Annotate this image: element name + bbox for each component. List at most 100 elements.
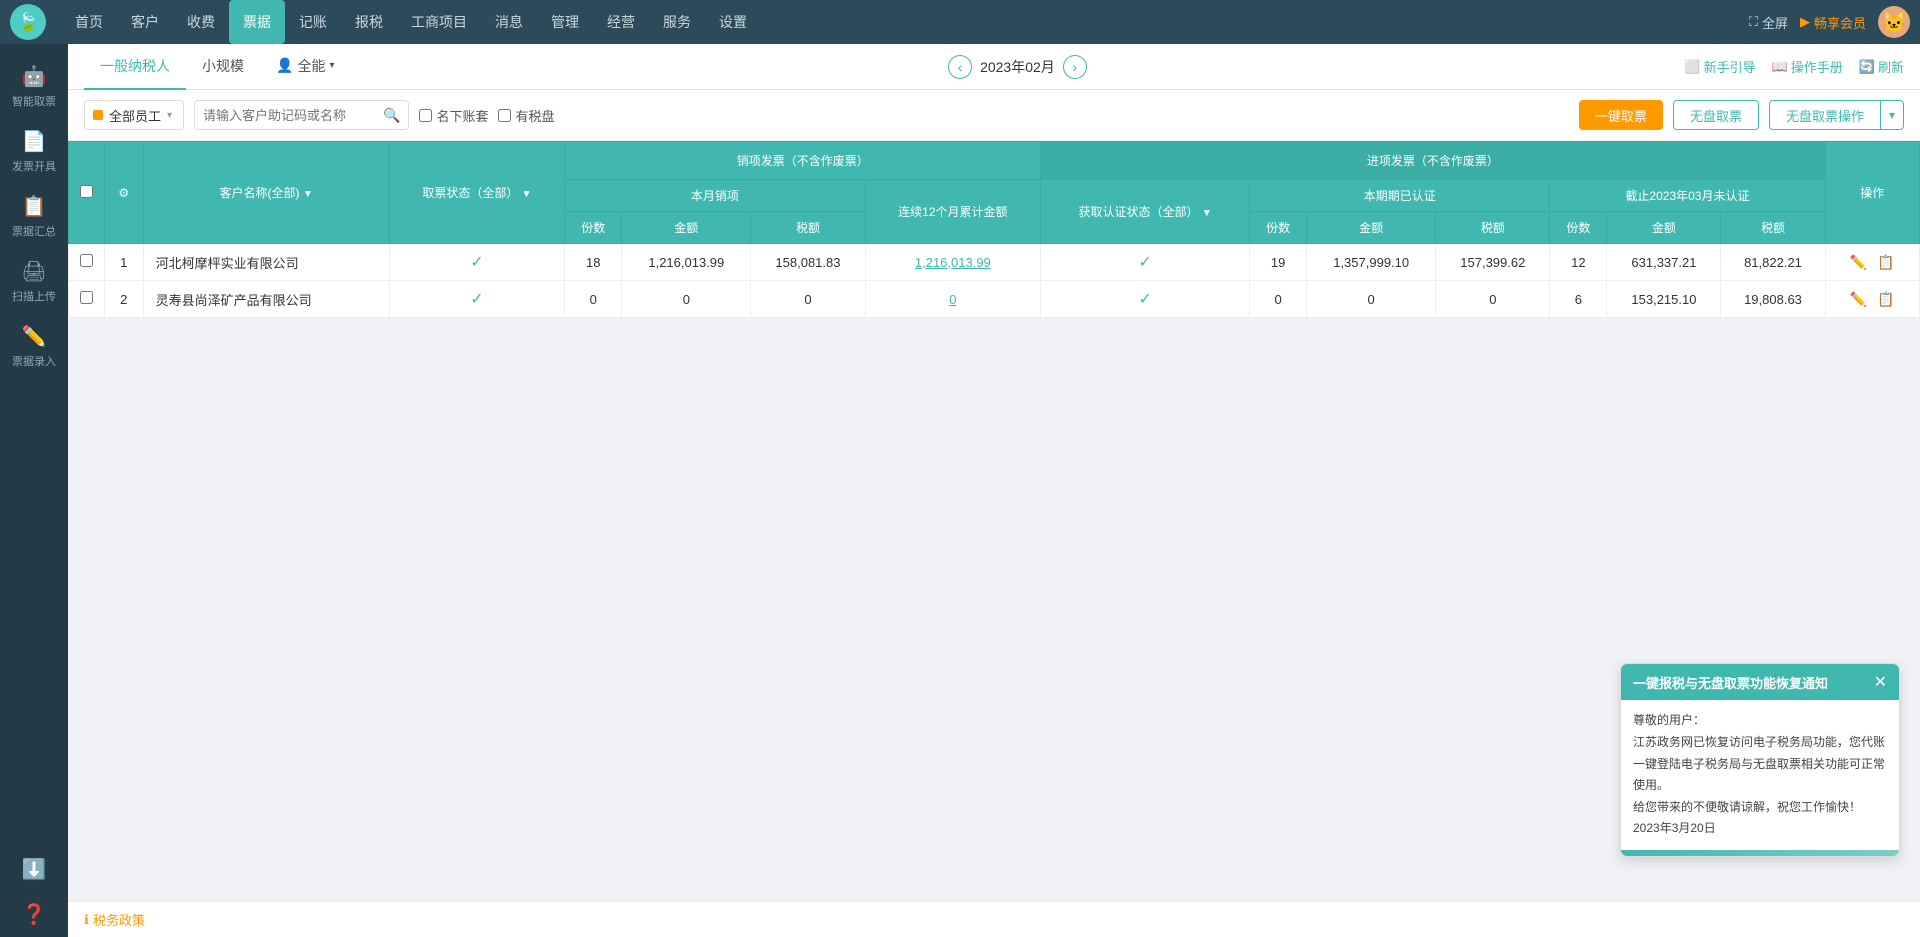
nav-manage[interactable]: 管理 — [537, 0, 593, 44]
period-next-btn[interactable]: › — [1063, 55, 1087, 79]
row1-edit-icon[interactable]: ✏️ — [1850, 254, 1867, 271]
chevron-down-icon: ▾ — [167, 110, 172, 121]
table-row: 2 灵寿县尚泽矿产品有限公司 ✓ 0 0 0 0 ✓ 0 0 0 6 — [69, 281, 1920, 318]
no-disk-ops-group: 无盘取票操作 ▾ — [1769, 100, 1904, 130]
user-icon: 👤 — [276, 57, 293, 74]
th-purchase-unauth: 截止2023年03月未认证 — [1550, 180, 1825, 212]
tax-policy-link[interactable]: ℹ 税务政策 — [84, 910, 1904, 929]
select-all-checkbox[interactable] — [80, 185, 93, 198]
row1-unauth-pieces: 12 — [1550, 244, 1607, 281]
employee-indicator — [93, 110, 103, 120]
nav-message[interactable]: 消息 — [481, 0, 537, 44]
toolbar: 全部员工 ▾ 🔍 名下账套 有税盘 一键取票 无盘取票 — [68, 90, 1920, 141]
th-purchase-group: 进项发票（不含作废票） — [1041, 142, 1825, 180]
status-check-icon: ✓ — [470, 291, 483, 308]
checkbox-account[interactable]: 名下账套 — [419, 106, 488, 125]
info-icon: ℹ — [84, 912, 89, 928]
row1-checkbox[interactable] — [69, 244, 105, 281]
user-avatar[interactable]: 🐱 — [1878, 6, 1910, 38]
sidebar-item-smart-fetch[interactable]: 🤖 智能取票 — [0, 54, 68, 119]
row1-copy-icon[interactable]: 📋 — [1877, 254, 1894, 271]
row2-purchase-tax: 0 — [1436, 281, 1550, 318]
auth-filter-icon[interactable]: ▼ — [1202, 208, 1212, 219]
th-purchase-amount: 金额 — [1307, 212, 1436, 244]
row2-copy-icon[interactable]: 📋 — [1877, 291, 1894, 308]
sidebar: 🤖 智能取票 📄 发票开具 📋 票据汇总 🖨 扫描上传 ✏️ 票据录入 ⬇️ — [0, 44, 68, 937]
row1-purchase-pieces: 19 — [1250, 244, 1307, 281]
one-click-fetch-btn[interactable]: 一键取票 — [1579, 100, 1663, 130]
nav-accounting[interactable]: 记账 — [285, 0, 341, 44]
nav-operation[interactable]: 经营 — [593, 0, 649, 44]
th-purchase-tax: 税额 — [1436, 212, 1550, 244]
refresh-btn[interactable]: 🔄 刷新 — [1859, 57, 1904, 76]
row2-index: 2 — [105, 281, 144, 318]
nav-settings[interactable]: 设置 — [705, 0, 761, 44]
row1-status: ✓ — [389, 244, 565, 281]
th-sales-pieces: 份数 — [565, 212, 622, 244]
tab-small-scale[interactable]: 小规模 — [186, 44, 260, 90]
notification-close-btn[interactable]: ✕ — [1874, 672, 1887, 692]
guide-icon: ⬜ — [1684, 59, 1700, 75]
manual-btn[interactable]: 📖 操作手册 — [1772, 57, 1843, 76]
th-sales-group: 销项发票（不含作废票） — [565, 142, 1041, 180]
checkbox-account-input[interactable] — [419, 109, 432, 122]
status-filter-icon[interactable]: ▼ — [522, 189, 532, 200]
sidebar-item-invoice-open[interactable]: 📄 发票开具 — [0, 119, 68, 184]
row2-sales-tax: 0 — [751, 281, 865, 318]
search-input[interactable] — [203, 108, 383, 123]
nav-customer[interactable]: 客户 — [117, 0, 173, 44]
row2-cumulative[interactable]: 0 — [865, 281, 1041, 318]
th-sales-month: 本月销项 — [565, 180, 865, 212]
period-prev-btn[interactable]: ‹ — [948, 55, 972, 79]
sidebar-item-invoice-entry[interactable]: ✏️ 票据录入 — [0, 314, 68, 379]
period-nav: ‹ 2023年02月 › — [948, 55, 1087, 79]
checkbox-tax-disk[interactable]: 有税盘 — [498, 106, 554, 125]
nav-home[interactable]: 首页 — [61, 0, 117, 44]
row1-purchase-amount: 1,357,999.10 — [1307, 244, 1436, 281]
th-sales-cumulative: 连续12个月累计金额 — [865, 180, 1041, 244]
table-row: 1 河北柯摩枰实业有限公司 ✓ 18 1,216,013.99 158,081.… — [69, 244, 1920, 281]
checkbox-tax-disk-input[interactable] — [498, 109, 511, 122]
member-btn[interactable]: ▶ 畅享会员 — [1800, 13, 1866, 32]
row2-checkbox[interactable] — [69, 281, 105, 318]
row1-cumulative[interactable]: 1,216,013.99 — [865, 244, 1041, 281]
th-unauth-pieces: 份数 — [1550, 212, 1607, 244]
filter-icon[interactable]: ▼ — [303, 189, 313, 200]
sidebar-item-invoice-summary[interactable]: 📋 票据汇总 — [0, 184, 68, 249]
row1-sales-pieces: 18 — [565, 244, 622, 281]
nav-invoice[interactable]: 票据 — [229, 0, 285, 44]
row1-sales-tax: 158,081.83 — [751, 244, 865, 281]
search-button[interactable]: 🔍 — [383, 107, 400, 124]
row2-auth-status: ✓ — [1041, 281, 1250, 318]
top-nav: 🍃 首页 客户 收费 票据 记账 报税 工商项目 消息 管理 经营 服务 设置 … — [0, 0, 1920, 44]
th-sales-tax: 税额 — [751, 212, 865, 244]
manual-icon: 📖 — [1772, 59, 1788, 75]
refresh-icon: 🔄 — [1859, 59, 1875, 75]
main-table: ⚙ 客户名称(全部) ▼ 取票状态（全部） ▼ 销项发票（不含作废票） 进项发票… — [68, 141, 1920, 318]
th-auth-status: 获取认证状态（全部） ▼ — [1041, 180, 1250, 244]
row2-unauth-tax: 19,808.63 — [1721, 281, 1825, 318]
row2-edit-icon[interactable]: ✏️ — [1850, 291, 1867, 308]
no-disk-fetch-btn[interactable]: 无盘取票 — [1673, 100, 1759, 130]
sidebar-item-scan-upload[interactable]: 🖨 扫描上传 — [0, 249, 68, 314]
tab-all-in-one[interactable]: 👤 全能 ▾ — [260, 44, 350, 90]
row1-actions: ✏️ 📋 — [1825, 244, 1919, 281]
logo: 🍃 — [10, 4, 46, 40]
th-unauth-amount: 金额 — [1607, 212, 1721, 244]
new-guide-btn[interactable]: ⬜ 新手引导 — [1684, 57, 1755, 76]
employee-select[interactable]: 全部员工 ▾ — [84, 100, 184, 130]
nav-fee[interactable]: 收费 — [173, 0, 229, 44]
row1-auth-status: ✓ — [1041, 244, 1250, 281]
nav-tax[interactable]: 报税 — [341, 0, 397, 44]
status-check-icon: ✓ — [470, 254, 483, 271]
nav-business[interactable]: 工商项目 — [397, 0, 481, 44]
fullscreen-btn[interactable]: ⛶ 全屏 — [1749, 13, 1788, 32]
tab-general-taxpayer[interactable]: 一般纳税人 — [84, 44, 186, 90]
sidebar-item-help[interactable]: ❓ — [0, 892, 68, 937]
row2-sales-pieces: 0 — [565, 281, 622, 318]
no-disk-ops-arrow-btn[interactable]: ▾ — [1880, 100, 1904, 130]
no-disk-ops-btn[interactable]: 无盘取票操作 — [1769, 100, 1880, 130]
nav-service[interactable]: 服务 — [649, 0, 705, 44]
th-purchase-pieces: 份数 — [1250, 212, 1307, 244]
sidebar-item-download[interactable]: ⬇️ — [0, 847, 68, 892]
